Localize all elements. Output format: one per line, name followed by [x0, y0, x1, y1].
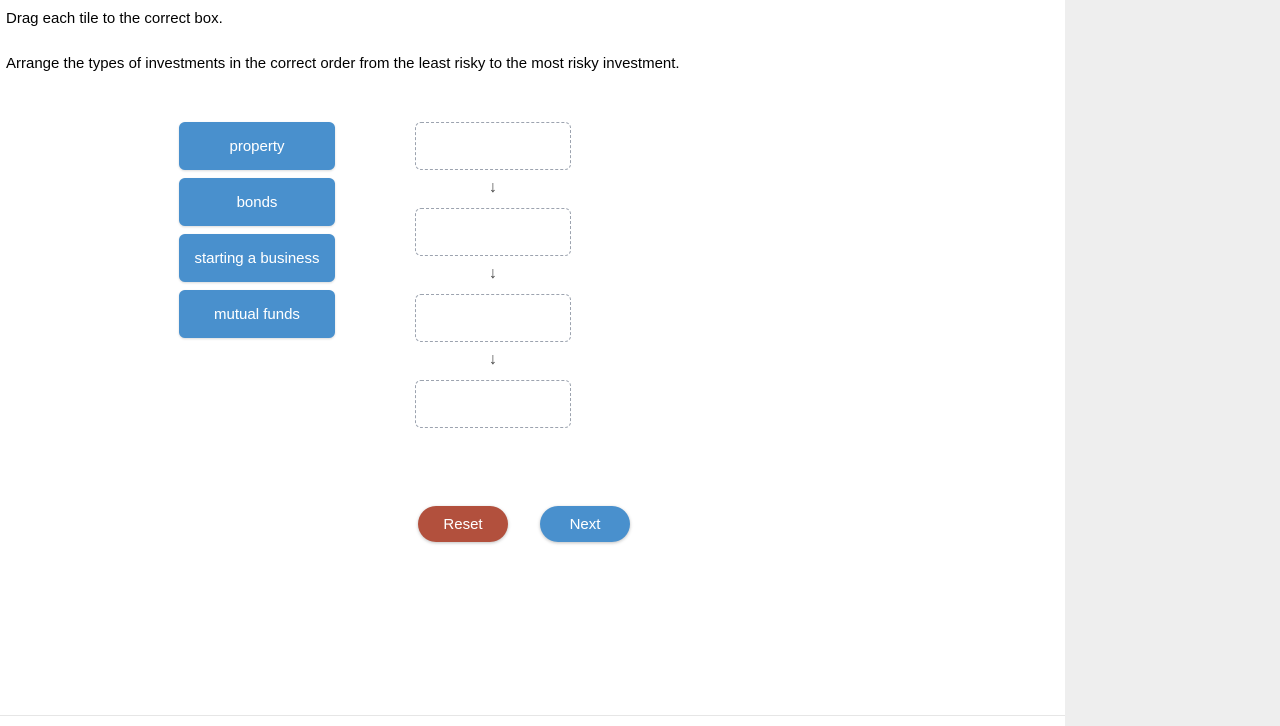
drop-zone-3[interactable] — [415, 294, 571, 342]
drop-zone-2[interactable] — [415, 208, 571, 256]
draggable-tile-starting-a-business[interactable]: starting a business — [179, 234, 335, 282]
draggable-tile-property[interactable]: property — [179, 122, 335, 170]
arrow-down-icon: ↓ — [489, 342, 497, 380]
arrow-down-icon: ↓ — [489, 256, 497, 294]
bottom-divider — [0, 715, 1065, 716]
draggable-tile-mutual-funds[interactable]: mutual funds — [179, 290, 335, 338]
action-button-row: Reset Next — [418, 506, 1065, 542]
drop-target-column: ↓ ↓ ↓ — [415, 122, 571, 428]
instruction-line-1: Drag each tile to the correct box. — [6, 10, 1065, 27]
drag-drop-activity: property bonds starting a business mutua… — [6, 122, 1065, 428]
instruction-line-2: Arrange the types of investments in the … — [6, 55, 1065, 72]
next-button[interactable]: Next — [540, 506, 630, 542]
reset-button[interactable]: Reset — [418, 506, 508, 542]
draggable-tile-bonds[interactable]: bonds — [179, 178, 335, 226]
drop-zone-4[interactable] — [415, 380, 571, 428]
tiles-source-column: property bonds starting a business mutua… — [179, 122, 335, 338]
arrow-down-icon: ↓ — [489, 170, 497, 208]
right-side-rail — [1065, 0, 1280, 726]
drop-zone-1[interactable] — [415, 122, 571, 170]
